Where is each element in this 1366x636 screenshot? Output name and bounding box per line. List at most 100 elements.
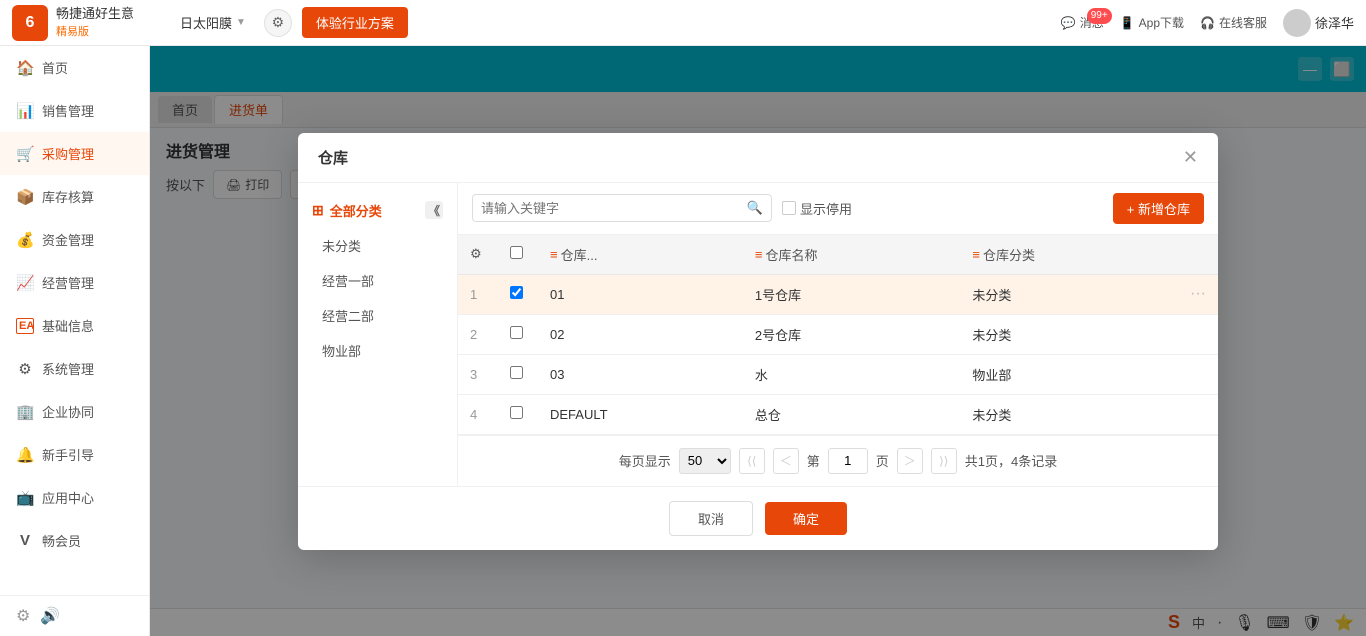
row-checkbox-0[interactable]	[498, 274, 538, 314]
app-download-label: App下载	[1139, 14, 1184, 31]
row-checkbox-3[interactable]	[498, 394, 538, 434]
sidebar-label-inventory: 库存核算	[42, 187, 94, 206]
header-right: 💬 消息 99+ 📱 App下载 🎧 在线客服 徐泽华	[1061, 9, 1354, 37]
next-page-btn[interactable]: ＞	[897, 448, 923, 474]
row-name-1: 2号仓库	[743, 314, 961, 354]
pagination: 每页显示 50 20 100 ⟨⟨ ＜ 第 页 ＞	[458, 435, 1218, 486]
confirm-btn[interactable]: 确定	[765, 502, 847, 535]
logo-icon: 6	[12, 5, 48, 41]
online-service-action[interactable]: 🎧 在线客服	[1200, 14, 1267, 31]
row-checkbox-1[interactable]	[498, 314, 538, 354]
row-category-1: 未分类	[960, 314, 1178, 354]
modal-main: 🔍 显示停用 + 新增仓库	[458, 183, 1218, 486]
table-row[interactable]: 4 DEFAULT 总仓 未分类	[458, 394, 1218, 434]
prev-page-btn[interactable]: ＜	[773, 448, 799, 474]
table-row[interactable]: 3 03 水 物业部	[458, 354, 1218, 394]
search-icon[interactable]: 🔍	[739, 195, 771, 221]
warehouse-modal: 仓库 ✕ ⊞ 全部分类 《 未分类 经营一部 经营二部	[298, 133, 1218, 550]
cancel-btn[interactable]: 取消	[669, 501, 753, 536]
grid-icon: ⊞	[312, 202, 324, 219]
modal-cat-property[interactable]: 物业部	[298, 333, 457, 368]
table-row[interactable]: 1 01 1号仓库 未分类 ···	[458, 274, 1218, 314]
sidebar-item-basic-info[interactable]: EA 基础信息	[0, 304, 149, 347]
purchase-icon: 🛒	[16, 145, 34, 163]
store-selector[interactable]: 日太阳膜 ▼	[172, 9, 254, 36]
th-category: ≡ 仓库分类	[960, 235, 1178, 275]
top-header: 6 畅捷通好生意 精易版 日太阳膜 ▼ ⚙ 体验行业方案 💬 消息 99+ 📱 …	[0, 0, 1366, 46]
settings-button[interactable]: ⚙	[264, 9, 292, 37]
modal-sidebar-all[interactable]: ⊞ 全部分类 《	[298, 193, 457, 228]
online-service-label: 在线客服	[1219, 14, 1267, 31]
sidebar-item-finance[interactable]: 💰 资金管理	[0, 218, 149, 261]
total-label: 共1页，4条记录	[965, 451, 1057, 470]
all-categories-label: 全部分类	[330, 201, 382, 220]
row-code-2: 03	[538, 354, 743, 394]
guide-icon: 🔔	[16, 446, 34, 464]
row-actions-2	[1178, 354, 1218, 394]
content-area: — ⬜ 首页 进货单 进货管理 按以下 🖨打印 ⬆导出 ↺刷新 查询 设置	[150, 46, 1366, 636]
home-icon: 🏠	[16, 59, 34, 77]
header-middle: 日太阳膜 ▼ ⚙ 体验行业方案	[162, 7, 1061, 38]
per-page-label: 每页显示	[619, 451, 671, 470]
modal-cat-ops1[interactable]: 经营一部	[298, 263, 457, 298]
first-page-btn[interactable]: ⟨⟨	[739, 448, 765, 474]
col-cat-label: 仓库分类	[983, 245, 1035, 264]
show-disabled-label: 显示停用	[800, 199, 852, 218]
modal-sidebar: ⊞ 全部分类 《 未分类 经营一部 经营二部 物业部	[298, 183, 458, 486]
row-actions-1	[1178, 314, 1218, 354]
sidebar: 🏠 首页 📊 销售管理 🛒 采购管理 📦 库存核算 💰 资金管理 📈 经营管理 …	[0, 46, 150, 636]
sidebar-label-sales: 销售管理	[42, 101, 94, 120]
table-body: 1 01 1号仓库 未分类 ··· 2 02 2号仓库 未分类 3 03 水 物…	[458, 274, 1218, 434]
row-category-0: 未分类	[960, 274, 1178, 314]
trial-btn[interactable]: 体验行业方案	[302, 7, 408, 38]
add-warehouse-btn[interactable]: + 新增仓库	[1113, 193, 1204, 224]
sidebar-item-enterprise[interactable]: 🏢 企业协同	[0, 390, 149, 433]
select-all-checkbox[interactable]	[510, 246, 523, 259]
sidebar-item-member[interactable]: V 畅会员	[0, 519, 149, 562]
search-box: 🔍	[472, 194, 772, 222]
sidebar-label-member: 畅会员	[42, 531, 81, 550]
sidebar-item-system[interactable]: ⚙ 系统管理	[0, 347, 149, 390]
sidebar-label-system: 系统管理	[42, 359, 94, 378]
search-input[interactable]	[473, 196, 739, 221]
sidebar-item-home[interactable]: 🏠 首页	[0, 46, 149, 89]
modal-close-btn[interactable]: ✕	[1183, 147, 1198, 168]
row-category-2: 物业部	[960, 354, 1178, 394]
modal-cat-unclassified[interactable]: 未分类	[298, 228, 457, 263]
sidebar-label-enterprise: 企业协同	[42, 402, 94, 421]
per-page-select[interactable]: 50 20 100	[679, 448, 731, 474]
sidebar-item-operations[interactable]: 📈 经营管理	[0, 261, 149, 304]
th-name: ≡ 仓库名称	[743, 235, 961, 275]
gear-header-icon[interactable]: ⚙	[470, 246, 482, 261]
th-gear: ⚙	[458, 235, 498, 275]
table-row[interactable]: 2 02 2号仓库 未分类	[458, 314, 1218, 354]
enterprise-icon: 🏢	[16, 403, 34, 421]
table-header-row: ⚙ ≡ 仓库...	[458, 235, 1218, 275]
sidebar-item-sales[interactable]: 📊 销售管理	[0, 89, 149, 132]
settings-bottom-icon[interactable]: ⚙	[16, 606, 30, 626]
page-input[interactable]	[828, 448, 868, 474]
row-name-0: 1号仓库	[743, 274, 961, 314]
show-disabled-checkbox[interactable]	[782, 201, 796, 215]
sidebar-item-apps[interactable]: 📺 应用中心	[0, 476, 149, 519]
row-gear-2: 3	[458, 354, 498, 394]
collapse-btn[interactable]: 《	[425, 201, 443, 219]
sidebar-item-inventory[interactable]: 📦 库存核算	[0, 175, 149, 218]
warehouse-table: ⚙ ≡ 仓库...	[458, 235, 1218, 435]
sort-icon-code: ≡	[550, 247, 558, 262]
row-code-0: 01	[538, 274, 743, 314]
ellipsis-btn[interactable]: ···	[1190, 285, 1206, 302]
row-name-3: 总仓	[743, 394, 961, 434]
modal-cat-ops2[interactable]: 经营二部	[298, 298, 457, 333]
last-page-btn[interactable]: ⟩⟩	[931, 448, 957, 474]
user-area[interactable]: 徐泽华	[1283, 9, 1354, 37]
th-actions	[1178, 235, 1218, 275]
sound-icon[interactable]: 🔊	[40, 606, 60, 626]
modal-toolbar: 🔍 显示停用 + 新增仓库	[458, 183, 1218, 235]
row-checkbox-2[interactable]	[498, 354, 538, 394]
messages-action[interactable]: 💬 消息 99+	[1061, 14, 1104, 31]
sidebar-item-guide[interactable]: 🔔 新手引导	[0, 433, 149, 476]
inventory-icon: 📦	[16, 188, 34, 206]
app-download-action[interactable]: 📱 App下载	[1120, 14, 1184, 31]
sidebar-item-purchase[interactable]: 🛒 采购管理	[0, 132, 149, 175]
